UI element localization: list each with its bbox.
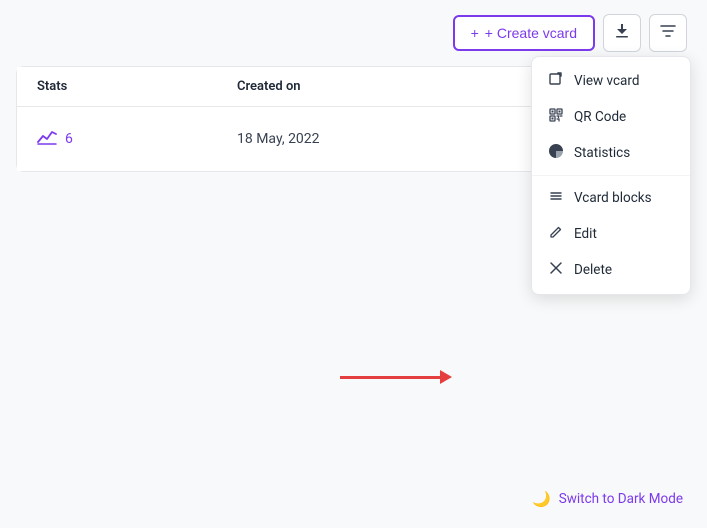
chart-icon — [37, 128, 57, 151]
stats-value: 6 — [65, 131, 73, 147]
delete-label: Delete — [574, 262, 612, 278]
delete-icon — [548, 261, 564, 279]
download-button[interactable] — [603, 14, 641, 52]
arrow-head — [440, 370, 452, 384]
col-stats-header: Stats — [37, 79, 237, 94]
edit-icon — [548, 225, 564, 243]
main-container: + + Create vcard Stats Created on — [0, 0, 707, 528]
qr-code-icon — [548, 108, 564, 126]
statistics-label: Statistics — [574, 145, 630, 161]
filter-button[interactable] — [649, 14, 687, 52]
download-icon — [614, 23, 630, 44]
vcard-blocks-label: Vcard blocks — [574, 190, 652, 206]
edit-label: Edit — [574, 226, 597, 242]
dropdown-item-vcard-blocks[interactable]: Vcard blocks — [532, 180, 690, 216]
dropdown-menu: View vcard QR Code — [531, 56, 691, 295]
create-vcard-button[interactable]: + + Create vcard — [453, 15, 595, 51]
view-vcard-label: View vcard — [574, 73, 639, 89]
dark-mode-label: Switch to Dark Mode — [559, 491, 683, 507]
dropdown-item-statistics[interactable]: Statistics — [532, 135, 690, 171]
dropdown-item-qr-code[interactable]: QR Code — [532, 99, 690, 135]
view-vcard-icon — [548, 72, 564, 90]
dropdown-item-edit[interactable]: Edit — [532, 216, 690, 252]
dropdown-divider — [532, 175, 690, 176]
qr-code-label: QR Code — [574, 109, 626, 125]
filter-icon — [660, 23, 676, 44]
dropdown-item-view-vcard[interactable]: View vcard — [532, 63, 690, 99]
edit-arrow — [340, 370, 452, 384]
statistics-icon — [548, 144, 564, 162]
cell-stats: 6 — [37, 128, 237, 151]
moon-icon: 🌙 — [532, 490, 551, 508]
plus-icon: + — [471, 25, 479, 41]
dropdown-item-delete[interactable]: Delete — [532, 252, 690, 288]
arrow-line — [340, 376, 440, 379]
create-vcard-label: + Create vcard — [485, 25, 577, 41]
vcard-blocks-icon — [548, 189, 564, 207]
footer-dark-mode[interactable]: 🌙 Switch to Dark Mode — [532, 490, 683, 508]
